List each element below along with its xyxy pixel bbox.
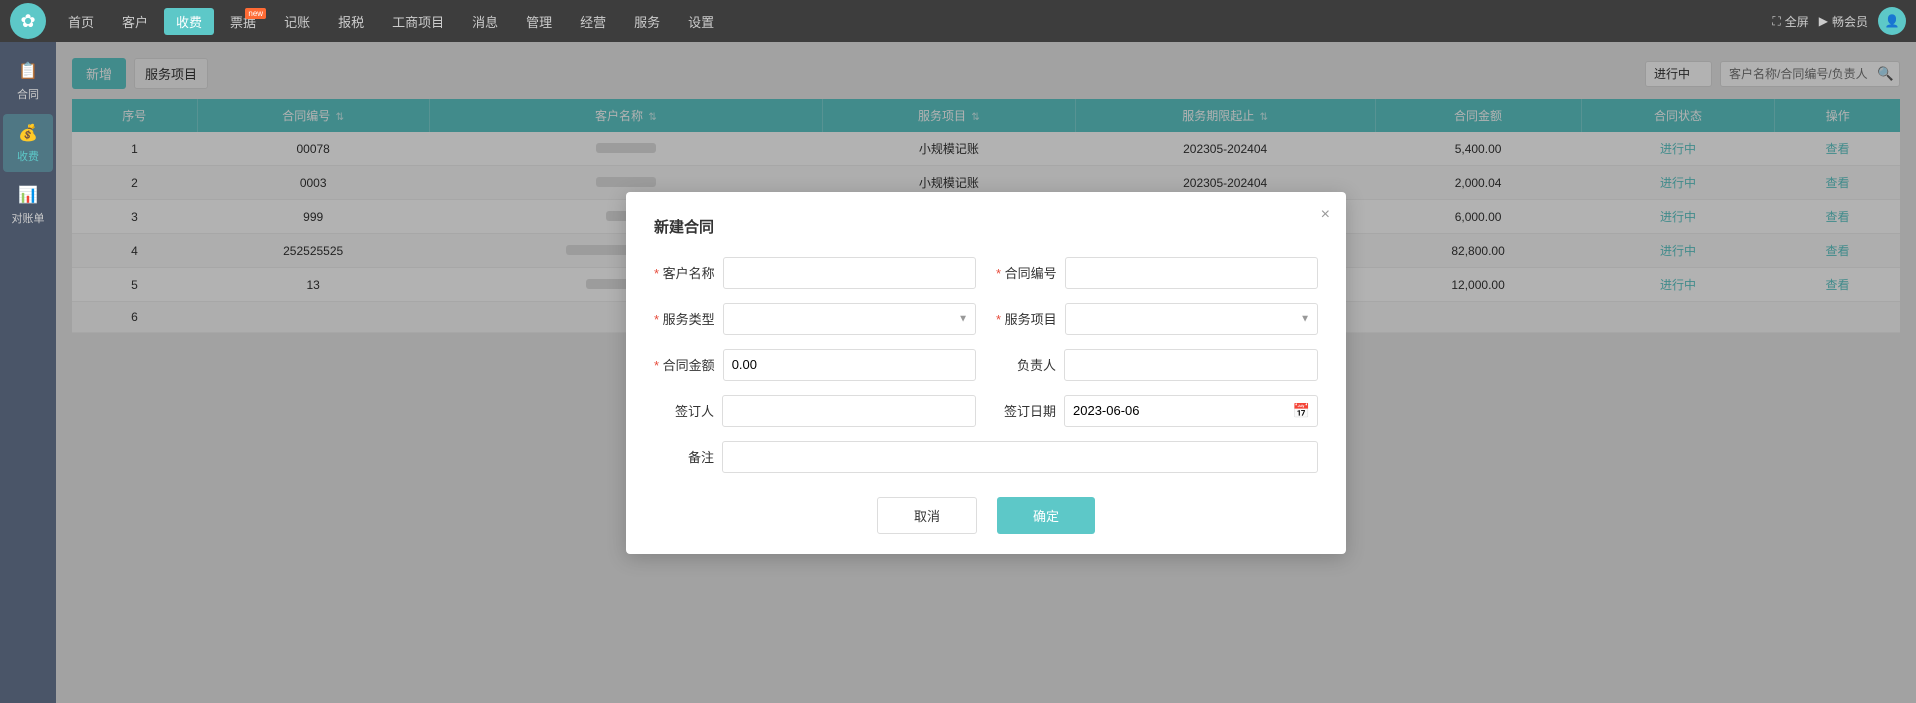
notes-label: 备注 [654,447,714,466]
service-type-select-wrap: ▼ [723,303,976,335]
nav-item-管理[interactable]: 管理 [514,8,564,35]
form-grid: 客户名称 合同编号 服务类型 ▼ [654,257,1318,473]
client-name-input[interactable] [723,257,976,289]
member-icon: ▶ [1819,14,1828,28]
modal-title: 新建合同 [654,216,1318,237]
modal-close-button[interactable]: × [1321,206,1330,224]
logo-icon[interactable]: ✿ [10,3,46,39]
form-row-notes: 备注 [654,441,1318,473]
form-row-service-item: 服务项目 ▼ [996,303,1318,335]
avatar-icon: 👤 [1885,14,1900,28]
member-button[interactable]: ▶ 畅会员 [1819,13,1868,30]
sidebar-item-contract[interactable]: 📋 合同 [3,52,53,110]
responsible-input[interactable] [1064,349,1318,381]
nav-item-票据[interactable]: 票据new [218,8,268,35]
amount-input[interactable] [723,349,976,381]
nav-items: 首页客户收费票据new记账报税工商项目消息管理经营服务设置 [56,8,1772,35]
sidebar-label-contract: 合同 [17,86,39,102]
fullscreen-label: 全屏 [1785,13,1809,30]
nav-item-服务[interactable]: 服务 [622,8,672,35]
fullscreen-button[interactable]: ⛶ 全屏 [1772,13,1808,30]
new-badge: new [245,8,266,19]
sign-date-label: 签订日期 [996,401,1056,420]
nav-item-消息[interactable]: 消息 [460,8,510,35]
nav-item-工商项目[interactable]: 工商项目 [380,8,456,35]
sidebar-label-charge: 收费 [17,148,39,164]
new-contract-modal: 新建合同 × 客户名称 合同编号 服务类型 [626,192,1346,554]
service-type-select[interactable] [723,303,976,335]
contract-no-label: 合同编号 [996,263,1057,282]
nav-item-记账[interactable]: 记账 [272,8,322,35]
amount-label: 合同金额 [654,355,715,374]
form-row-responsible: 负责人 [996,349,1318,381]
form-row-contract-no: 合同编号 [996,257,1318,289]
client-name-label: 客户名称 [654,263,715,282]
nav-item-设置[interactable]: 设置 [676,8,726,35]
sign-date-wrap: 📅 [1064,395,1318,427]
contract-icon: 📋 [17,60,39,82]
sidebar: 📋 合同 💰 收费 📊 对账单 [0,42,56,703]
service-item-select[interactable] [1065,303,1318,335]
service-item-select-wrap: ▼ [1065,303,1318,335]
contract-no-input[interactable] [1065,257,1318,289]
nav-item-经营[interactable]: 经营 [568,8,618,35]
charge-icon: 💰 [17,122,39,144]
nav-item-客户[interactable]: 客户 [110,8,160,35]
modal-footer: 取消 确定 [654,497,1318,534]
sidebar-item-reconcile[interactable]: 📊 对账单 [3,176,53,234]
form-row-service-type: 服务类型 ▼ [654,303,976,335]
modal-overlay: 新建合同 × 客户名称 合同编号 服务类型 [56,42,1916,703]
sign-date-input[interactable] [1064,395,1318,427]
main-layout: 📋 合同 💰 收费 📊 对账单 新增 服务项目 进行中 已完成 已终止 🔍 [0,42,1916,703]
confirm-button[interactable]: 确定 [997,497,1095,534]
nav-item-收费[interactable]: 收费 [164,8,214,35]
notes-input[interactable] [722,441,1318,473]
member-label: 畅会员 [1832,13,1868,30]
nav-item-报税[interactable]: 报税 [326,8,376,35]
sidebar-label-reconcile: 对账单 [12,210,45,226]
nav-right: ⛶ 全屏 ▶ 畅会员 👤 [1772,7,1906,35]
responsible-label: 负责人 [996,355,1056,374]
top-nav: ✿ 首页客户收费票据new记账报税工商项目消息管理经营服务设置 ⛶ 全屏 ▶ 畅… [0,0,1916,42]
signer-label: 签订人 [654,401,714,420]
fullscreen-icon: ⛶ [1772,14,1780,29]
reconcile-icon: 📊 [17,184,39,206]
signer-input[interactable] [722,395,976,427]
service-item-label: 服务项目 [996,309,1057,328]
cancel-button[interactable]: 取消 [877,497,977,534]
form-row-signer: 签订人 [654,395,976,427]
service-type-label: 服务类型 [654,309,715,328]
avatar[interactable]: 👤 [1878,7,1906,35]
form-row-sign-date: 签订日期 📅 [996,395,1318,427]
nav-item-首页[interactable]: 首页 [56,8,106,35]
sidebar-item-charge[interactable]: 💰 收费 [3,114,53,172]
form-row-amount: 合同金额 [654,349,976,381]
content-area: 新增 服务项目 进行中 已完成 已终止 🔍 序号 合同编号 ⇅ 客户名称 ⇅ 服… [56,42,1916,703]
form-row-client: 客户名称 [654,257,976,289]
